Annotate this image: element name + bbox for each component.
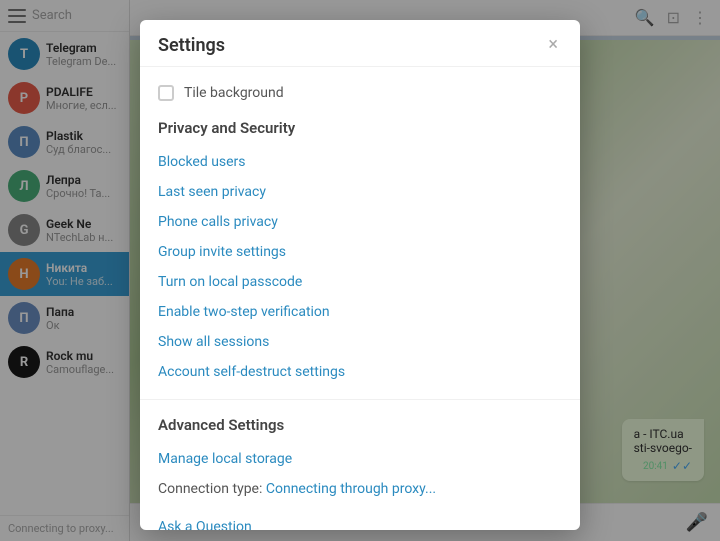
passcode-link[interactable]: Turn on local passcode xyxy=(140,267,580,297)
dialog-body: Tile background Privacy and Security Blo… xyxy=(140,67,580,530)
close-button[interactable]: × xyxy=(544,34,562,56)
self-destruct-link[interactable]: Account self-destruct settings xyxy=(140,357,580,387)
modal-overlay: Settings × Tile background Privacy and S… xyxy=(0,0,720,541)
tile-background-checkbox[interactable] xyxy=(158,85,174,101)
connection-label: Connection type: xyxy=(158,481,262,497)
phone-calls-link[interactable]: Phone calls privacy xyxy=(140,207,580,237)
group-invite-link[interactable]: Group invite settings xyxy=(140,237,580,267)
privacy-section-title: Privacy and Security xyxy=(140,115,580,147)
sessions-link[interactable]: Show all sessions xyxy=(140,327,580,357)
dialog-header: Settings × xyxy=(140,20,580,67)
tile-background-label: Tile background xyxy=(184,85,284,101)
ask-question-link[interactable]: Ask a Question xyxy=(140,512,580,530)
last-seen-link[interactable]: Last seen privacy xyxy=(140,177,580,207)
connection-value[interactable]: Connecting through proxy... xyxy=(266,481,436,497)
connection-row: Connection type: Connecting through prox… xyxy=(140,474,580,504)
tile-background-row: Tile background xyxy=(140,79,580,115)
settings-dialog: Settings × Tile background Privacy and S… xyxy=(140,20,580,530)
advanced-section-title: Advanced Settings xyxy=(140,412,580,444)
blocked-users-link[interactable]: Blocked users xyxy=(140,147,580,177)
two-step-link[interactable]: Enable two-step verification xyxy=(140,297,580,327)
section-divider xyxy=(140,399,580,400)
local-storage-link[interactable]: Manage local storage xyxy=(140,444,580,474)
dialog-title: Settings xyxy=(158,35,225,56)
